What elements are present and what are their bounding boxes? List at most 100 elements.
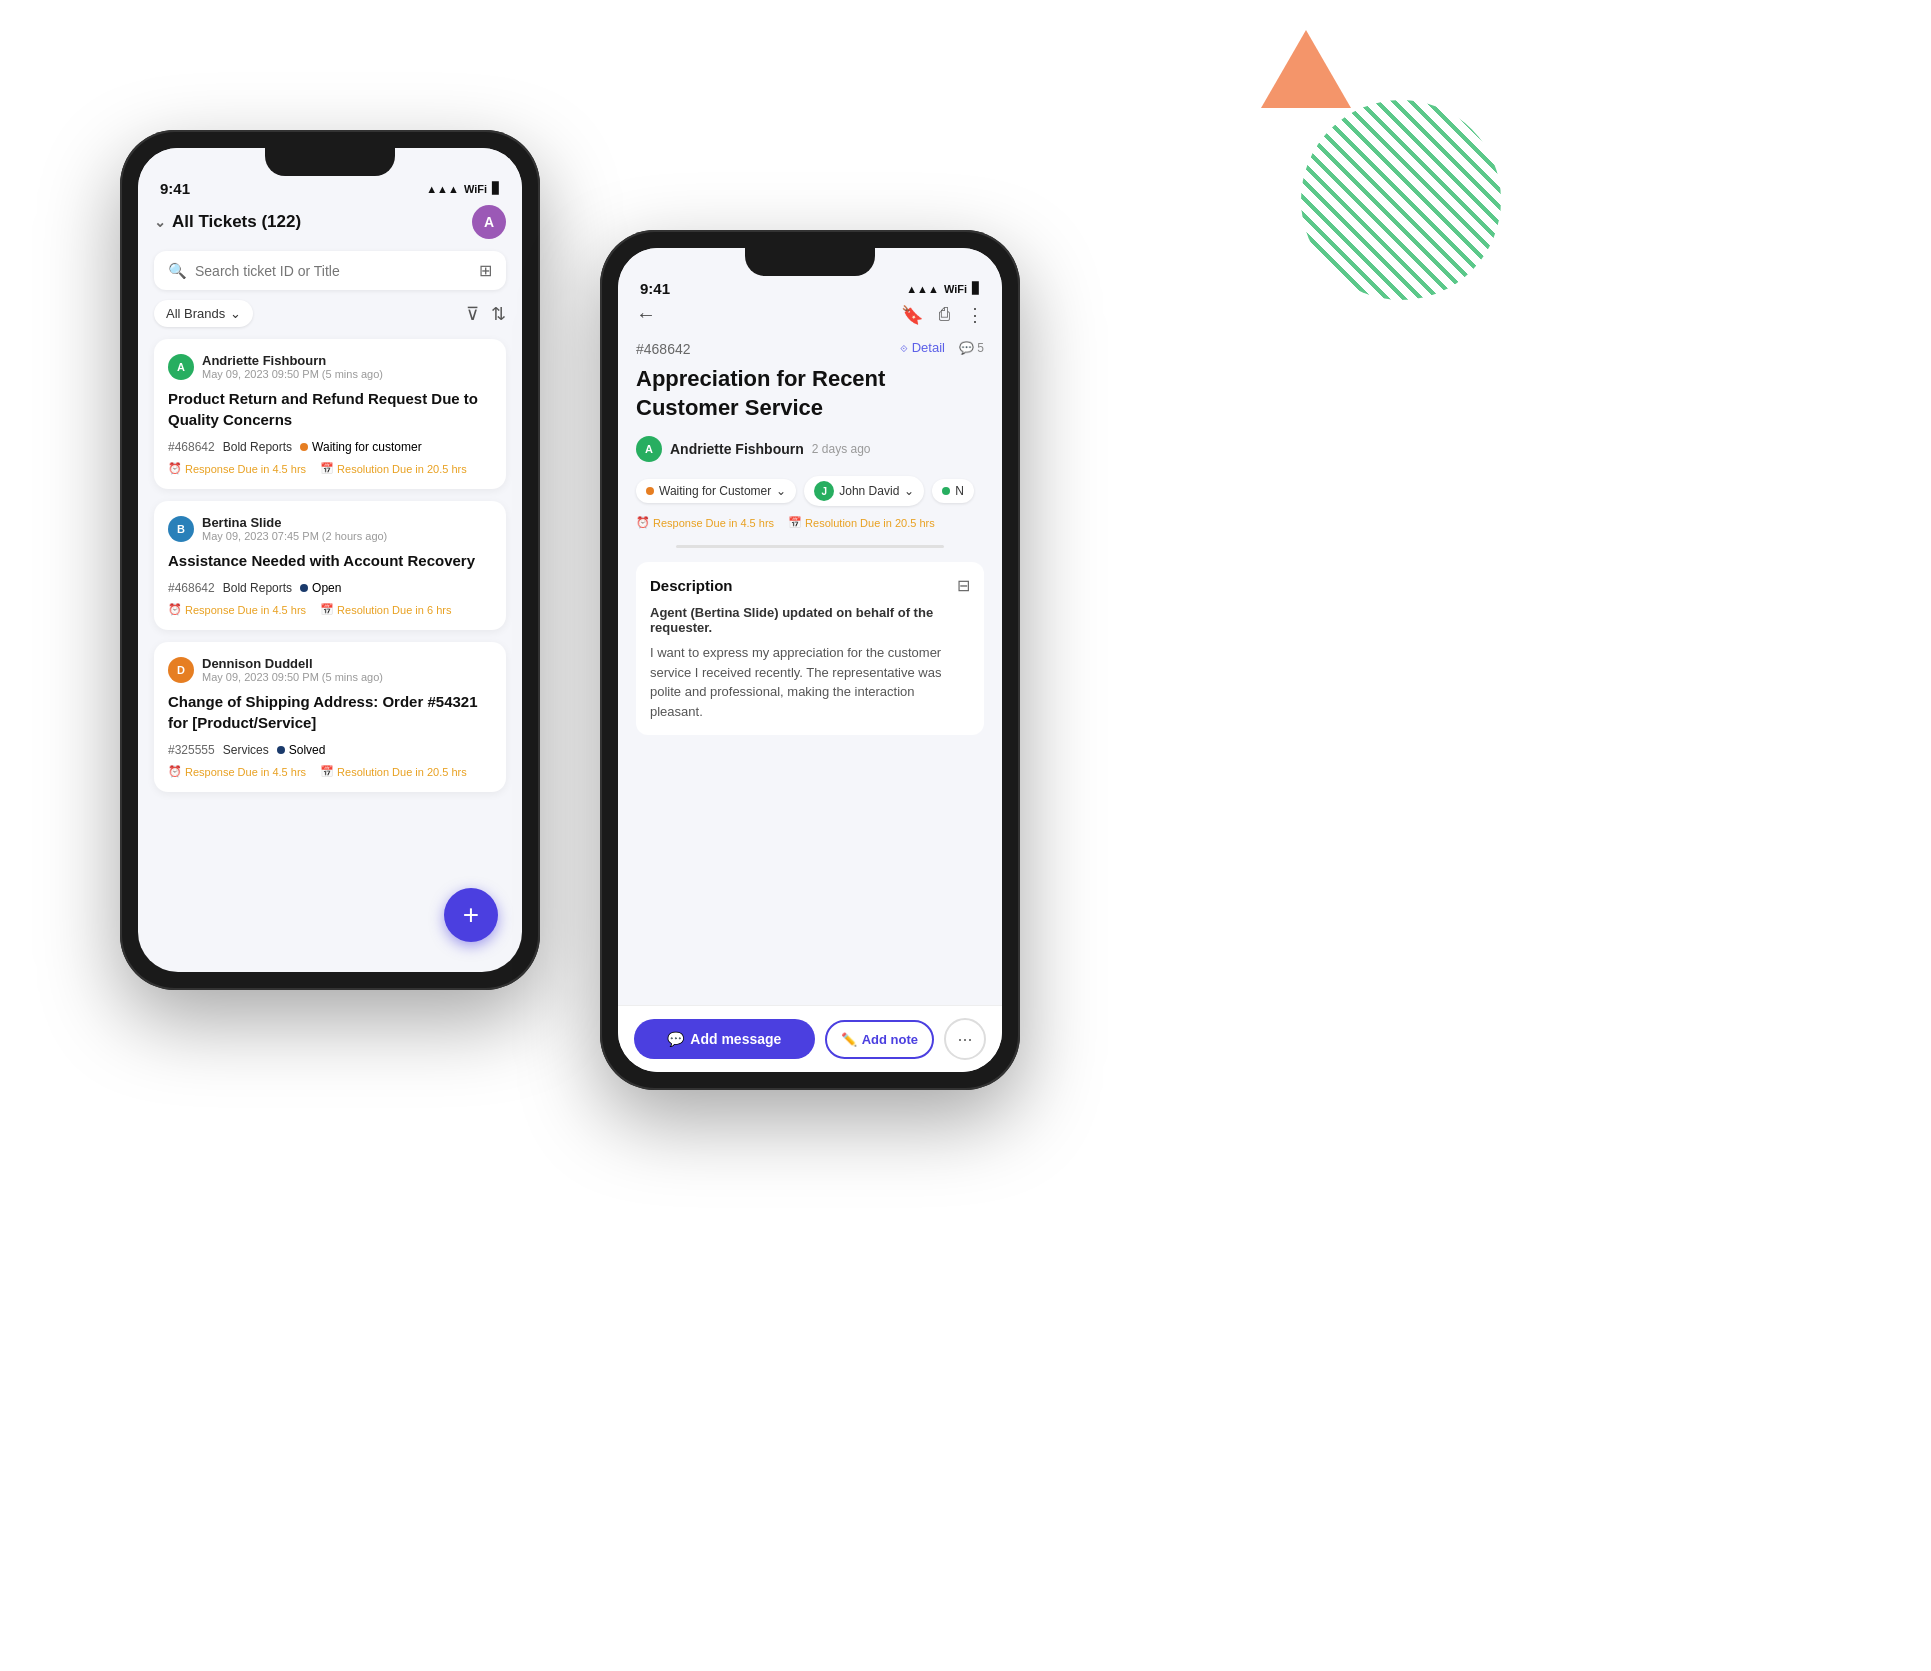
waiting-status-chip[interactable]: Waiting for Customer ⌄ [636, 479, 796, 503]
battery-icon: ▊ [492, 182, 500, 195]
extra-dot [942, 487, 950, 495]
status-dot-3 [277, 746, 285, 754]
ticket3-id: #325555 [168, 743, 215, 757]
ticket1-response-due: ⏰ Response Due in 4.5 hrs [168, 462, 306, 475]
status-dot-2 [300, 584, 308, 592]
phone2-time: 9:41 [640, 280, 670, 297]
ticket3-title: Change of Shipping Address: Order #54321… [168, 691, 492, 733]
more-options-button[interactable]: ··· [944, 1018, 986, 1060]
wifi-icon: WiFi [464, 183, 487, 195]
share-icon[interactable]: ⎙ [939, 304, 950, 326]
ticket-title-row: ⌄ All Tickets (122) [154, 212, 301, 232]
ticket2-user-info: Bertina Slide May 09, 2023 07:45 PM (2 h… [202, 515, 492, 542]
extra-label: N [955, 484, 964, 498]
ticket-list-header: ⌄ All Tickets (122) A [154, 201, 506, 239]
sort-icon[interactable]: ⇅ [491, 303, 506, 325]
signal-icon: ▲▲▲ [426, 183, 459, 195]
phone1-screen: 9:41 ▲▲▲ WiFi ▊ ⌄ All Tickets (122) A [138, 148, 522, 972]
ticket1-id: #468642 [168, 440, 215, 454]
brands-filter[interactable]: All Brands ⌄ [154, 300, 253, 327]
phones-container: 9:41 ▲▲▲ WiFi ▊ ⌄ All Tickets (122) A [120, 50, 1020, 1090]
agent-name: John David [839, 484, 899, 498]
ticket-card-2[interactable]: B Bertina Slide May 09, 2023 07:45 PM (2… [154, 501, 506, 630]
phone1-time: 9:41 [160, 180, 190, 197]
message-icon: 💬 [667, 1031, 684, 1047]
detail-response-due: ⏰ Response Due in 4.5 hrs [636, 516, 774, 529]
phone2-screen: 9:41 ▲▲▲ WiFi ▊ ← 🔖 ⎙ ⋮ [618, 248, 1002, 1072]
bookmark-icon[interactable]: 🔖 [901, 304, 923, 326]
separator [676, 545, 944, 548]
user-avatar[interactable]: A [472, 205, 506, 239]
detail-author-row: A Andriette Fishbourn 2 days ago [636, 436, 984, 462]
ticket2-title: Assistance Needed with Account Recovery [168, 550, 492, 571]
comment-count: 💬 5 [959, 341, 984, 355]
more-icon[interactable]: ⋮ [966, 304, 984, 326]
search-input[interactable] [195, 263, 471, 279]
detail-tab-row: ⟐ Detail 💬 5 [900, 340, 984, 355]
detail-author-name: Andriette Fishbourn [670, 441, 804, 457]
waiting-label: Waiting for Customer [659, 484, 771, 498]
ticket1-status: Waiting for customer [300, 440, 422, 454]
ticket2-id: #468642 [168, 581, 215, 595]
filter-icon[interactable]: ⊽ [466, 303, 479, 325]
phone1-notch [265, 148, 395, 176]
ticket2-avatar: B [168, 516, 194, 542]
detail-resolution-due: 📅 Resolution Due in 20.5 hrs [788, 516, 935, 529]
fab-button[interactable]: + [444, 888, 498, 942]
phone1-status-icons: ▲▲▲ WiFi ▊ [426, 182, 500, 195]
calendar-icon-d: 📅 [788, 516, 802, 529]
ticket1-brand: Bold Reports [223, 440, 292, 454]
ticket2-response-due: ⏰ Response Due in 4.5 hrs [168, 603, 306, 616]
ticket2-resolution-due: 📅 Resolution Due in 6 hrs [320, 603, 451, 616]
ticket1-time: May 09, 2023 09:50 PM (5 mins ago) [202, 368, 492, 380]
detail-due-row: ⏰ Response Due in 4.5 hrs 📅 Resolution D… [636, 516, 984, 529]
back-button[interactable]: ← [636, 303, 656, 326]
bottom-action-bar: 💬 Add message ✏️ Add note ··· [618, 1005, 1002, 1065]
phone2-status-icons: ▲▲▲ WiFi ▊ [906, 282, 980, 295]
detail-ticket-number: #468642 [636, 341, 691, 357]
ticket3-username: Dennison Duddell [202, 656, 492, 671]
search-icon: 🔍 [168, 262, 187, 280]
detail-ticket-title: Appreciation for Recent Customer Service [636, 365, 984, 422]
extra-chip[interactable]: N [932, 479, 974, 503]
signal-icon-2: ▲▲▲ [906, 283, 939, 295]
ticket-card-3[interactable]: D Dennison Duddell May 09, 2023 09:50 PM… [154, 642, 506, 792]
phone2-content: ← 🔖 ⎙ ⋮ #468642 ⟐ Detail [618, 301, 1002, 1065]
clock-icon-3: ⏰ [168, 765, 182, 778]
phone1-content: ⌄ All Tickets (122) A 🔍 ⊞ All Brands ⌄ [138, 201, 522, 965]
detail-author-avatar: A [636, 436, 662, 462]
ticket1-avatar: A [168, 354, 194, 380]
phone-ticket-detail: 9:41 ▲▲▲ WiFi ▊ ← 🔖 ⎙ ⋮ [600, 230, 1020, 1090]
ticket2-status: Open [300, 581, 341, 595]
ticket1-user-info: Andriette Fishbourn May 09, 2023 09:50 P… [202, 353, 492, 380]
desc-text: I want to express my appreciation for th… [650, 643, 970, 721]
waiting-dot [646, 487, 654, 495]
calendar-icon: 📅 [320, 462, 334, 475]
ellipsis-icon: ··· [957, 1029, 972, 1050]
status-dot [300, 443, 308, 451]
ticket2-brand: Bold Reports [223, 581, 292, 595]
ticket3-meta: #325555 Services Solved [168, 743, 492, 757]
waiting-chevron: ⌄ [776, 484, 786, 498]
chevron-icon: ⌄ [154, 214, 166, 230]
calendar-icon-3: 📅 [320, 765, 334, 778]
ticket2-username: Bertina Slide [202, 515, 492, 530]
ticket1-meta: #468642 Bold Reports Waiting for custome… [168, 440, 492, 454]
calendar-icon-2: 📅 [320, 603, 334, 616]
clock-icon-2: ⏰ [168, 603, 182, 616]
status-label-2: Open [312, 581, 341, 595]
ticket3-status: Solved [277, 743, 326, 757]
add-note-button[interactable]: ✏️ Add note [825, 1020, 934, 1059]
ticket2-time: May 09, 2023 07:45 PM (2 hours ago) [202, 530, 492, 542]
grid-icon[interactable]: ⊞ [479, 261, 492, 280]
search-bar[interactable]: 🔍 ⊞ [154, 251, 506, 290]
brands-label: All Brands [166, 306, 225, 321]
ticket1-title: Product Return and Refund Request Due to… [168, 388, 492, 430]
add-message-button[interactable]: 💬 Add message [634, 1019, 815, 1059]
ticket3-avatar: D [168, 657, 194, 683]
ticket-card-1[interactable]: A Andriette Fishbourn May 09, 2023 09:50… [154, 339, 506, 489]
detail-tab[interactable]: ⟐ Detail [900, 340, 945, 355]
agent-chip[interactable]: J John David ⌄ [804, 476, 924, 506]
ticket3-header: D Dennison Duddell May 09, 2023 09:50 PM… [168, 656, 492, 683]
collapse-icon[interactable]: ⊟ [957, 576, 970, 595]
